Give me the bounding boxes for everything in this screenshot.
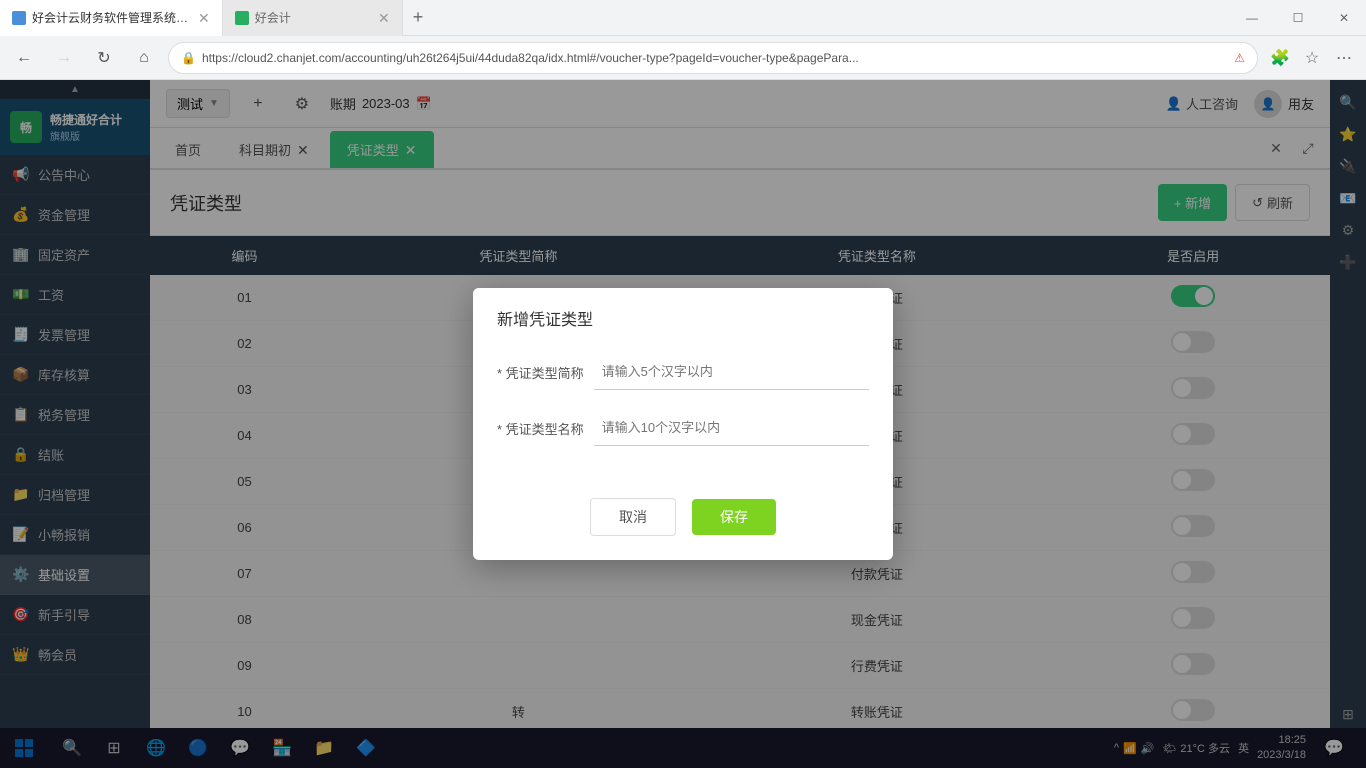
address-bar: ← → ↻ ⌂ 🔒 https://cloud2.chanjet.com/acc… — [0, 36, 1366, 80]
dialog-footer: 取消 保存 — [473, 490, 893, 560]
address-input-container[interactable]: 🔒 https://cloud2.chanjet.com/accounting/… — [168, 42, 1258, 74]
dialog-header: 新增凭证类型 — [473, 288, 893, 330]
tab-favicon-2 — [235, 11, 249, 25]
tab-close-2[interactable]: ✕ — [378, 11, 390, 25]
close-button[interactable]: ✕ — [1322, 0, 1366, 36]
refresh-button[interactable]: ↻ — [88, 42, 120, 74]
name-input[interactable] — [594, 410, 869, 446]
favorites-button[interactable]: ☆ — [1298, 44, 1326, 72]
abbr-label: * 凭证类型简称 — [497, 363, 594, 382]
name-label: * 凭证类型名称 — [497, 419, 594, 438]
form-row-name: * 凭证类型名称 — [497, 410, 869, 446]
security-badge: ⚠ — [1234, 51, 1245, 65]
lock-icon: 🔒 — [181, 51, 196, 65]
more-button[interactable]: ⋯ — [1330, 44, 1358, 72]
save-button[interactable]: 保存 — [692, 499, 776, 535]
dialog-overlay: 新增凭证类型 * 凭证类型简称 * 凭证类型名称 取消 保存 — [0, 80, 1366, 768]
form-row-abbr: * 凭证类型简称 — [497, 354, 869, 390]
back-button[interactable]: ← — [8, 42, 40, 74]
browser-tabs: 好会计云财务软件管理系统_会计 ✕ 好会计 ✕ + — [0, 0, 1206, 36]
tab-title-1: 好会计云财务软件管理系统_会计 — [32, 9, 192, 26]
new-tab-button[interactable]: + — [403, 0, 434, 36]
home-button[interactable]: ⌂ — [128, 42, 160, 74]
tab-close-1[interactable]: ✕ — [198, 11, 210, 25]
tab-accounting[interactable]: 好会计云财务软件管理系统_会计 ✕ — [0, 0, 223, 36]
dialog: 新增凭证类型 * 凭证类型简称 * 凭证类型名称 取消 保存 — [473, 288, 893, 560]
dialog-body: * 凭证类型简称 * 凭证类型名称 — [473, 330, 893, 490]
window-controls: — ☐ ✕ — [1222, 0, 1366, 36]
address-text: https://cloud2.chanjet.com/accounting/uh… — [202, 51, 1228, 65]
cancel-button[interactable]: 取消 — [590, 498, 676, 536]
minimize-button[interactable]: — — [1230, 0, 1274, 36]
tab-title-2: 好会计 — [255, 9, 291, 26]
dialog-title: 新增凭证类型 — [497, 312, 593, 329]
browser-chrome: 好会计云财务软件管理系统_会计 ✕ 好会计 ✕ + — ☐ ✕ — [0, 0, 1366, 36]
tab-favicon-1 — [12, 11, 26, 25]
forward-button[interactable]: → — [48, 42, 80, 74]
extensions-button[interactable]: 🧩 — [1266, 44, 1294, 72]
maximize-button[interactable]: ☐ — [1276, 0, 1320, 36]
tab-haokuaiji[interactable]: 好会计 ✕ — [223, 0, 403, 36]
abbr-input[interactable] — [594, 354, 869, 390]
browser-actions: 🧩 ☆ ⋯ — [1266, 44, 1358, 72]
